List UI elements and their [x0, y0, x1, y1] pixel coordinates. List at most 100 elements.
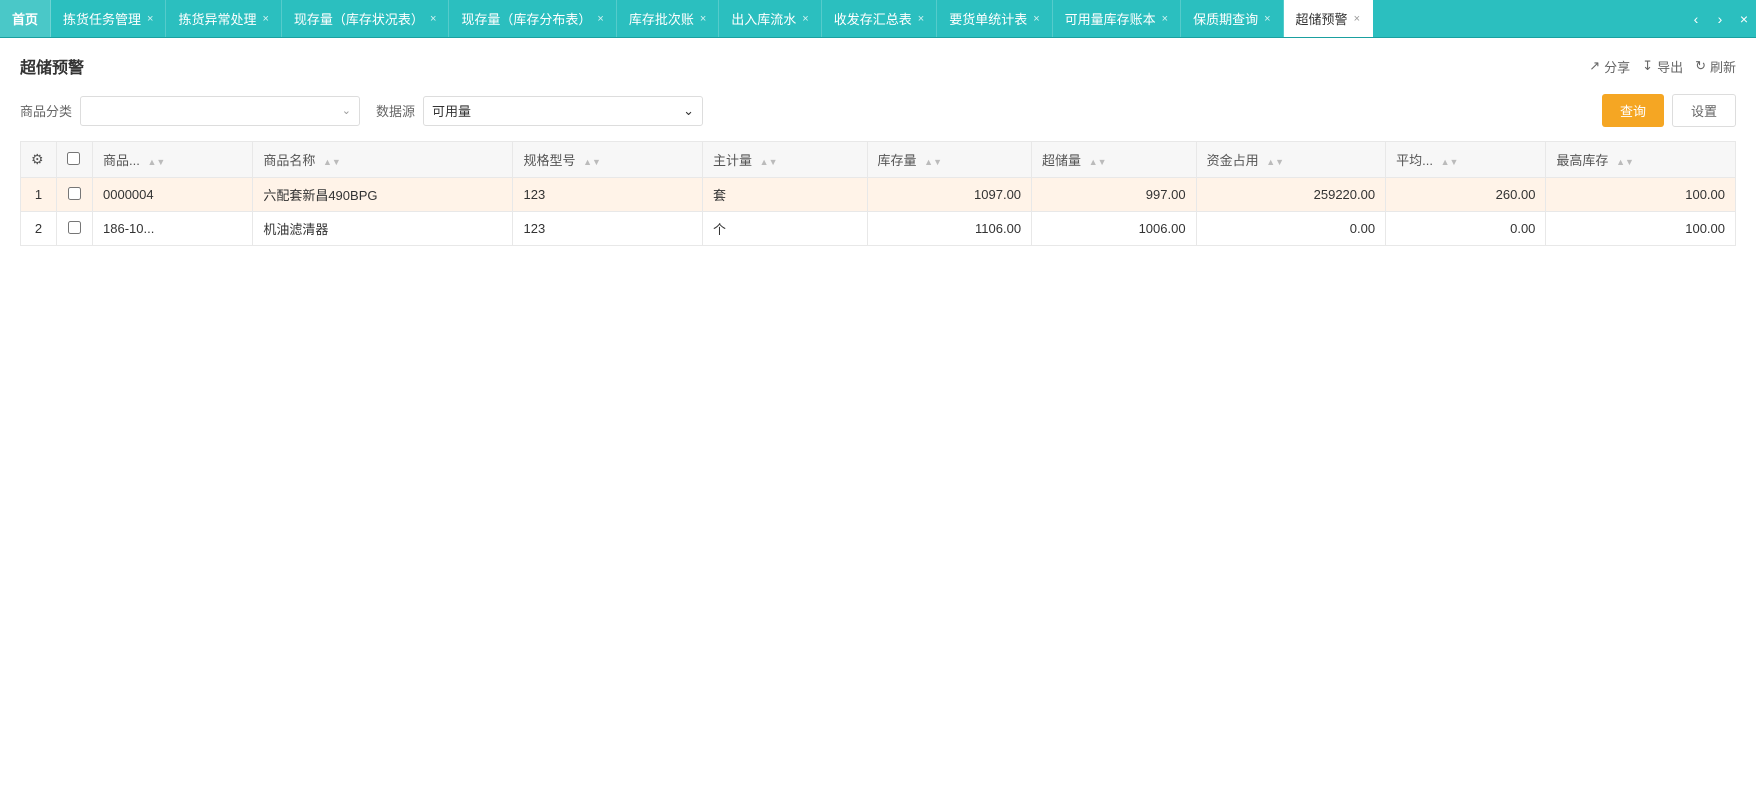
- nav-close-order-stat[interactable]: ×: [1033, 13, 1039, 25]
- sort-icon-overstock[interactable]: ▲▼: [1089, 157, 1107, 167]
- nav-close-inout-flow[interactable]: ×: [802, 13, 808, 25]
- nav-item-collect[interactable]: 收发存汇总表 ×: [822, 0, 937, 38]
- share-label: 分享: [1604, 57, 1630, 76]
- nav-close-batch[interactable]: ×: [700, 13, 706, 25]
- row-unit-0: 套: [703, 178, 868, 212]
- settings-gear-icon[interactable]: ⚙: [31, 151, 44, 167]
- nav-close-task-mgmt[interactable]: ×: [147, 13, 153, 25]
- sort-icon-stock[interactable]: ▲▼: [924, 157, 942, 167]
- row-overstock-1: 1006.00: [1032, 212, 1197, 246]
- col-header-spec: 规格型号 ▲▼: [513, 142, 703, 178]
- nav-item-overstock[interactable]: 超储预警 ×: [1284, 0, 1373, 38]
- nav-item-quality[interactable]: 保质期查询 ×: [1181, 0, 1283, 38]
- nav-item-order-stat[interactable]: 要货单统计表 ×: [937, 0, 1052, 38]
- sort-icon-spec[interactable]: ▲▼: [583, 157, 601, 167]
- page-content: 超储预警 ↗ 分享 ↧ 导出 ↻ 刷新 商品分类 ⌄: [0, 38, 1756, 800]
- nav-item-batch[interactable]: 库存批次账 ×: [617, 0, 719, 38]
- row-num-0: 1: [21, 178, 57, 212]
- data-table: ⚙ 商品... ▲▼ 商品名称 ▲▼ 规格型号 ▲▼ 主计: [20, 141, 1736, 246]
- table-header-row: ⚙ 商品... ▲▼ 商品名称 ▲▼ 规格型号 ▲▼ 主计: [21, 142, 1736, 178]
- settings-button[interactable]: 设置: [1672, 94, 1736, 127]
- share-button[interactable]: ↗ 分享: [1589, 57, 1630, 76]
- col-header-avg: 平均... ▲▼: [1386, 142, 1546, 178]
- nav-close-abnormal[interactable]: ×: [262, 13, 268, 25]
- nav-label-task-mgmt: 拣货任务管理: [63, 9, 141, 28]
- col-header-stock: 库存量 ▲▼: [867, 142, 1032, 178]
- row-select-0[interactable]: [68, 187, 81, 200]
- col-label-product-code: 商品...: [103, 153, 140, 168]
- category-select[interactable]: ⌄: [80, 96, 360, 126]
- col-header-overstock: 超储量 ▲▼: [1032, 142, 1197, 178]
- row-checkbox-0: [57, 178, 93, 212]
- datasource-value: 可用量: [432, 101, 471, 120]
- page-title: 超储预警: [20, 54, 84, 78]
- row-product-name-0: 六配套新昌490BPG: [253, 178, 513, 212]
- row-unit-1: 个: [703, 212, 868, 246]
- nav-item-stock-status[interactable]: 现存量（库存状况表） ×: [282, 0, 449, 38]
- category-label: 商品分类: [20, 101, 72, 120]
- sort-icon-max-stock[interactable]: ▲▼: [1616, 157, 1634, 167]
- datasource-label: 数据源: [376, 101, 415, 120]
- title-actions: ↗ 分享 ↧ 导出 ↻ 刷新: [1589, 57, 1736, 76]
- row-checkbox-1: [57, 212, 93, 246]
- export-label: 导出: [1657, 57, 1683, 76]
- nav-close-stock-status[interactable]: ×: [430, 13, 436, 25]
- nav-label-inout-flow: 出入库流水: [731, 9, 796, 28]
- share-icon: ↗: [1589, 58, 1600, 74]
- row-capital-1: 0.00: [1196, 212, 1386, 246]
- table-row: 1 0000004 六配套新昌490BPG 123 套 1097.00 997.…: [21, 178, 1736, 212]
- sort-icon-unit[interactable]: ▲▼: [760, 157, 778, 167]
- nav-label-stock-status: 现存量（库存状况表）: [294, 9, 424, 28]
- nav-arrow-left[interactable]: ‹: [1684, 0, 1708, 38]
- refresh-label: 刷新: [1710, 57, 1736, 76]
- nav-arrows: ‹ › ×: [1684, 0, 1756, 38]
- nav-close-quality[interactable]: ×: [1264, 13, 1270, 25]
- nav-item-home[interactable]: 首页: [0, 0, 51, 38]
- refresh-button[interactable]: ↻ 刷新: [1695, 57, 1736, 76]
- row-select-1[interactable]: [68, 221, 81, 234]
- nav-item-task-mgmt[interactable]: 拣货任务管理 ×: [51, 0, 166, 38]
- sort-icon-capital[interactable]: ▲▼: [1266, 157, 1284, 167]
- export-icon: ↧: [1642, 58, 1653, 74]
- nav-label-collect: 收发存汇总表: [834, 9, 912, 28]
- export-button[interactable]: ↧ 导出: [1642, 57, 1683, 76]
- datasource-select[interactable]: 可用量 ⌄: [423, 96, 703, 126]
- nav-arrow-close[interactable]: ×: [1732, 0, 1756, 38]
- col-header-checkbox: [57, 142, 93, 178]
- nav-label-order-stat: 要货单统计表: [949, 9, 1027, 28]
- nav-item-stock-dist[interactable]: 现存量（库存分布表） ×: [449, 0, 616, 38]
- row-stock-0: 1097.00: [867, 178, 1032, 212]
- filter-actions: 查询 设置: [1602, 94, 1736, 127]
- table-row: 2 186-10... 机油滤清器 123 个 1106.00 1006.00 …: [21, 212, 1736, 246]
- nav-item-inout-flow[interactable]: 出入库流水 ×: [719, 0, 821, 38]
- sort-icon-product-code[interactable]: ▲▼: [147, 157, 165, 167]
- col-label-unit: 主计量: [713, 153, 752, 168]
- row-product-code-1: 186-10...: [93, 212, 253, 246]
- datasource-chevron-icon: ⌄: [683, 103, 694, 119]
- nav-label-abnormal: 拣货异常处理: [178, 9, 256, 28]
- row-avg-0: 260.00: [1386, 178, 1546, 212]
- col-header-settings: ⚙: [21, 142, 57, 178]
- col-label-stock: 库存量: [878, 153, 917, 168]
- nav-label-quality: 保质期查询: [1193, 9, 1258, 28]
- col-header-unit: 主计量 ▲▼: [703, 142, 868, 178]
- page-title-bar: 超储预警 ↗ 分享 ↧ 导出 ↻ 刷新: [20, 54, 1736, 78]
- query-button[interactable]: 查询: [1602, 94, 1664, 127]
- col-label-capital: 资金占用: [1207, 153, 1259, 168]
- nav-arrow-right[interactable]: ›: [1708, 0, 1732, 38]
- select-all-checkbox[interactable]: [67, 152, 80, 165]
- nav-close-stock-dist[interactable]: ×: [597, 13, 603, 25]
- col-label-overstock: 超储量: [1042, 153, 1081, 168]
- nav-close-available[interactable]: ×: [1162, 13, 1168, 25]
- nav-close-collect[interactable]: ×: [918, 13, 924, 25]
- nav-item-abnormal[interactable]: 拣货异常处理 ×: [166, 0, 281, 38]
- nav-close-overstock[interactable]: ×: [1354, 13, 1360, 25]
- sort-icon-avg[interactable]: ▲▼: [1441, 157, 1459, 167]
- nav-item-available[interactable]: 可用量库存账本 ×: [1053, 0, 1181, 38]
- sort-icon-product-name[interactable]: ▲▼: [323, 157, 341, 167]
- nav-label-batch: 库存批次账: [629, 9, 694, 28]
- col-label-spec: 规格型号: [523, 153, 575, 168]
- row-product-name-1: 机油滤清器: [253, 212, 513, 246]
- row-max-stock-0: 100.00: [1546, 178, 1736, 212]
- nav-label-stock-dist: 现存量（库存分布表）: [461, 9, 591, 28]
